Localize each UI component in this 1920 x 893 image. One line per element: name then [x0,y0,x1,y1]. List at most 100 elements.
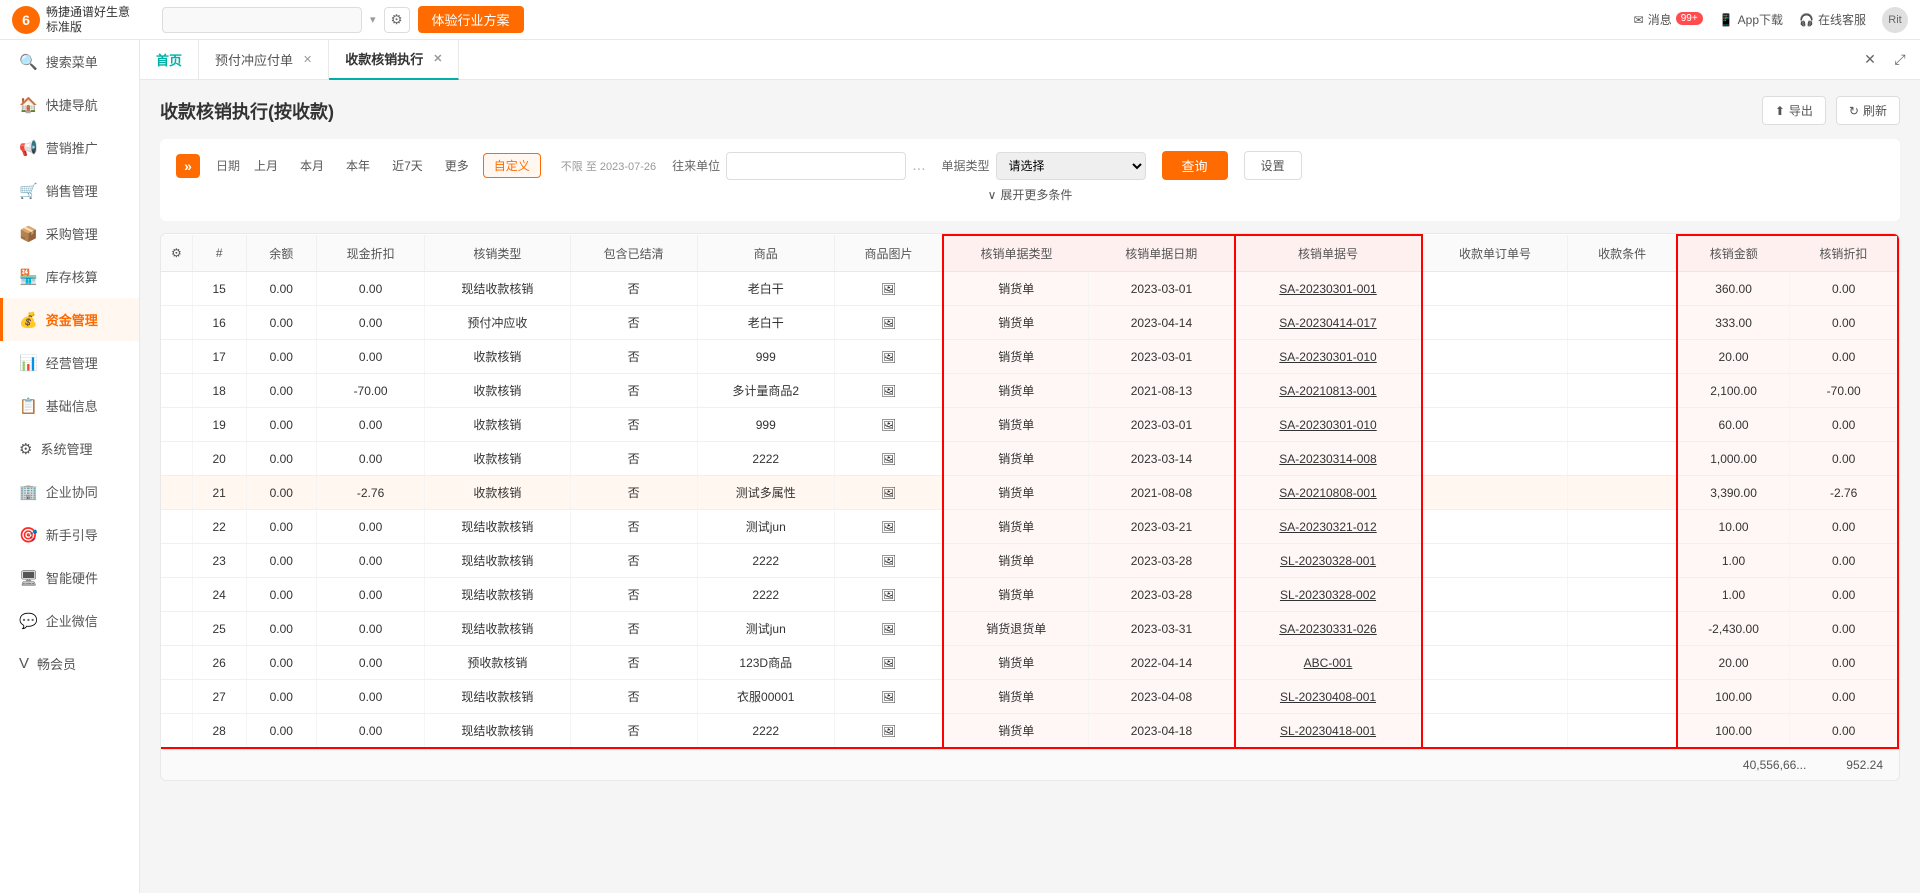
table-cell[interactable]: SL-20230418-001 [1235,714,1422,749]
table-cell: 0.00 [1790,578,1898,612]
bill-type-select[interactable]: 请选择 [996,152,1146,180]
table-cell [1422,578,1568,612]
online-service-item[interactable]: 🎧 在线客服 [1799,11,1866,28]
tab-home[interactable]: 首页 [140,40,199,80]
table-cell [1568,714,1677,749]
gear-settings-icon[interactable]: ⚙ [171,246,182,260]
table-row: 240.000.00现结收款核销否2222🖼销货单2023-03-28SL-20… [161,578,1898,612]
table-cell[interactable]: SA-20210813-001 [1235,374,1422,408]
search-input[interactable] [162,7,362,33]
table-cell [161,442,192,476]
date-this-year-btn[interactable]: 本年 [338,154,378,177]
table-cell [1568,578,1677,612]
unit-more-icon[interactable]: ... [912,157,925,175]
sidebar-item-enterprise[interactable]: 🏢 企业协同 [0,470,139,513]
filter-settings-button[interactable]: 设置 [1244,151,1302,180]
table-cell[interactable]: SL-20230328-001 [1235,544,1422,578]
table-cell: 0.00 [317,442,425,476]
settings-icon-btn[interactable]: ⚙ [384,7,410,33]
date-last-month-btn[interactable]: 上月 [246,154,286,177]
col-header-balance: 余额 [246,235,316,272]
table-cell: 🖼 [834,510,943,544]
table-cell[interactable]: SA-20230301-010 [1235,408,1422,442]
sidebar-item-finance[interactable]: 💰 资金管理 [0,298,139,341]
sidebar-item-base[interactable]: 📋 基础信息 [0,384,139,427]
table-cell: 否 [570,374,697,408]
tab-close-all-btn[interactable]: ✕ [1858,48,1882,72]
tab-collection[interactable]: 收款核销执行 ✕ [329,40,459,80]
data-table: ⚙ # 余额 现金折扣 核销类型 包含已结清 商品 商品图片 核销单据类型 核 [161,234,1899,749]
app-download-item[interactable]: 📱 App下载 [1719,11,1783,28]
table-cell [1422,510,1568,544]
sidebar-item-wechat[interactable]: 💬 企业微信 [0,599,139,642]
table-cell[interactable]: SA-20230331-026 [1235,612,1422,646]
filter-billtype-item: 单据类型 请选择 [942,152,1146,180]
table-cell[interactable]: SL-20230328-002 [1235,578,1422,612]
table-cell[interactable]: SA-20230301-001 [1235,272,1422,306]
table-cell: 销货单 [943,272,1089,306]
table-cell: -70.00 [317,374,425,408]
sidebar-item-inventory[interactable]: 🏪 库存核算 [0,255,139,298]
date-7days-btn[interactable]: 近7天 [384,154,431,177]
sidebar-item-marketing[interactable]: 📢 营销推广 [0,126,139,169]
sidebar-item-vip[interactable]: V 畅会员 [0,642,139,685]
export-button[interactable]: ⬆ 导出 [1762,96,1826,125]
expand-more-conditions[interactable]: ∨ 展开更多条件 [176,180,1884,209]
table-cell [161,340,192,374]
table-cell: 0.00 [317,510,425,544]
table-cell[interactable]: SA-20230321-012 [1235,510,1422,544]
table-cell: 10.00 [1677,510,1790,544]
tab-collection-close[interactable]: ✕ [433,52,442,65]
table-row: 180.00-70.00收款核销否多计量商品2🖼销货单2021-08-13SA-… [161,374,1898,408]
sidebar-item-search[interactable]: 🔍 搜索菜单 [0,40,139,83]
unit-input[interactable] [726,152,906,180]
message-item[interactable]: ✉ 消息 99+ [1634,11,1703,28]
table-cell[interactable]: SA-20230314-008 [1235,442,1422,476]
tab-prepaid-close[interactable]: ✕ [303,53,312,66]
table-cell[interactable]: SA-20230414-017 [1235,306,1422,340]
table-cell: 21 [192,476,246,510]
query-button[interactable]: 查询 [1162,151,1228,180]
sidebar-item-hardware[interactable]: 🖥 智能硬件 [0,556,139,599]
date-this-month-btn[interactable]: 本月 [292,154,332,177]
col-header-verify-amount: 核销金额 [1677,235,1790,272]
filter-row: » 日期 上月 本月 本年 近7天 更多 自定义 不限 至 2023-07-26… [176,151,1884,180]
chevron-down-icon[interactable]: ▾ [370,13,376,26]
col-header-gear[interactable]: ⚙ [161,235,192,272]
tab-prepaid[interactable]: 预付冲应付单 ✕ [199,40,329,80]
table-cell: 2222 [697,714,834,749]
table-cell: 0.00 [1790,340,1898,374]
table-cell: 0.00 [246,442,316,476]
tab-expand-btn[interactable]: ⤢ [1888,48,1912,72]
table-cell: 销货单 [943,374,1089,408]
table-cell: 老白干 [697,272,834,306]
table-cell: 27 [192,680,246,714]
date-custom-btn[interactable]: 自定义 [483,153,541,178]
table-cell[interactable]: SA-20230301-010 [1235,340,1422,374]
table-cell: 预收款核销 [425,646,571,680]
sidebar-item-system[interactable]: ⚙ 系统管理 [0,427,139,470]
sidebar-item-sales[interactable]: 🛒 销售管理 [0,169,139,212]
filter-expand-button[interactable]: » [176,154,200,178]
user-avatar[interactable]: Rit [1882,7,1908,33]
table-cell [161,680,192,714]
date-more-btn[interactable]: 更多 [437,154,477,177]
table-cell: 现结收款核销 [425,680,571,714]
sidebar-item-purchase[interactable]: 📦 采购管理 [0,212,139,255]
sidebar-item-business[interactable]: 📊 经营管理 [0,341,139,384]
table-cell: 333.00 [1677,306,1790,340]
sidebar-item-quicknav[interactable]: 🏠 快捷导航 [0,83,139,126]
table-cell[interactable]: ABC-001 [1235,646,1422,680]
table-cell: 🖼 [834,272,943,306]
table-cell: 销货单 [943,476,1089,510]
table-cell: -70.00 [1790,374,1898,408]
table-cell: 销货退货单 [943,612,1089,646]
table-cell[interactable]: SL-20230408-001 [1235,680,1422,714]
table-row: 210.00-2.76收款核销否测试多属性🖼销货单2021-08-08SA-20… [161,476,1898,510]
table-footer: 40,556,66... 952.24 [161,749,1899,780]
refresh-button[interactable]: ↻ 刷新 [1836,96,1900,125]
trial-button[interactable]: 体验行业方案 [418,6,524,33]
table-cell[interactable]: SA-20210808-001 [1235,476,1422,510]
table-cell: 0.00 [246,476,316,510]
sidebar-item-newbie[interactable]: 🎯 新手引导 [0,513,139,556]
